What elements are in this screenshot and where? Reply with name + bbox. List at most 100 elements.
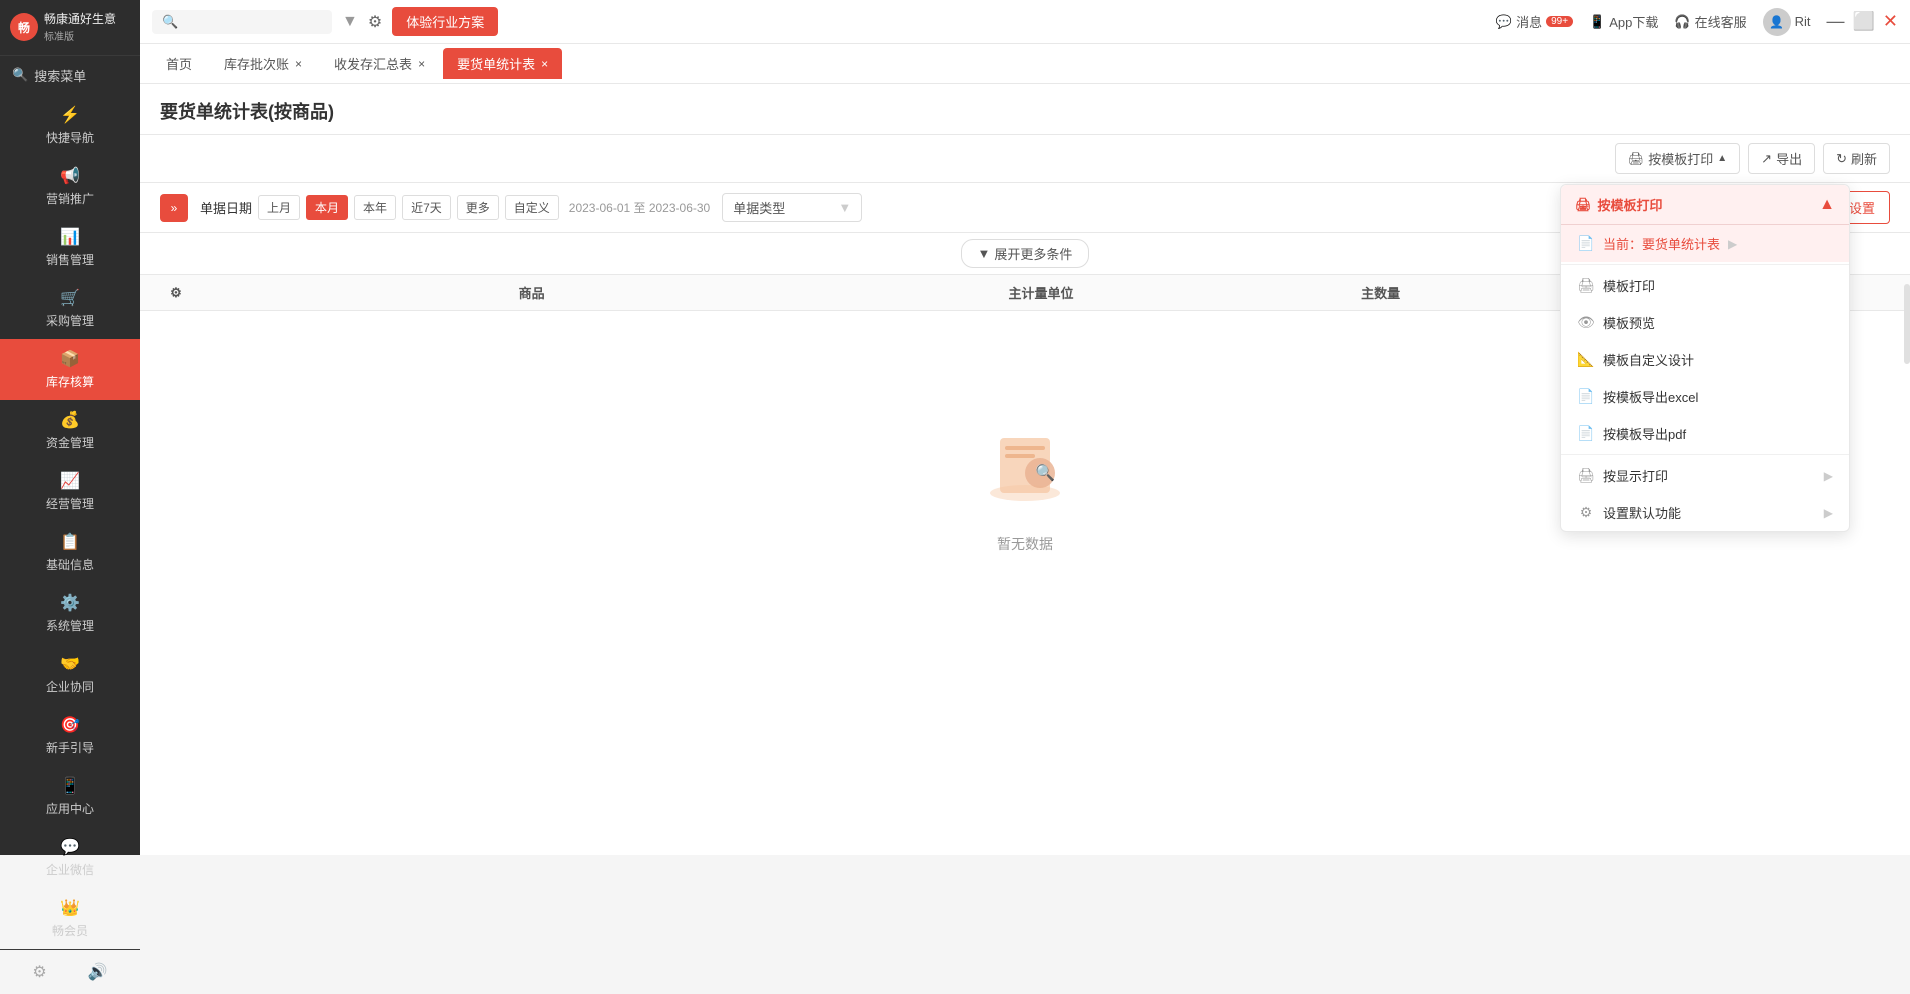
default-func-arrow: ▶ (1824, 506, 1833, 520)
sidebar-item-sales[interactable]: 📊 销售管理 (0, 217, 140, 278)
sidebar-item-purchase[interactable]: 🛒 采购管理 (0, 278, 140, 339)
sidebar-item-quicknav[interactable]: ⚡ 快捷导航 (0, 95, 140, 156)
messages-item[interactable]: 💬 消息 99+ (1496, 12, 1573, 31)
user-avatar-item[interactable]: 👤 Rit (1763, 8, 1811, 36)
operations-icon: 📈 (60, 471, 80, 491)
dropdown-current-label: 当前：要货单统计表 (1603, 234, 1720, 253)
dropdown-default-func[interactable]: ⚙ 设置默认功能 ▶ (1561, 494, 1849, 531)
sidebar-logo: 畅 畅康通好生意 标准版 (0, 0, 140, 56)
date-btn-thisyear[interactable]: 本年 (354, 195, 396, 220)
date-btn-thismonth[interactable]: 本月 (306, 195, 348, 220)
date-btn-7days[interactable]: 近7天 (402, 195, 451, 220)
dropdown-export-excel[interactable]: 📄 按模板导出excel (1561, 378, 1849, 415)
topbar-dropdown-icon[interactable]: ▼ (342, 13, 358, 31)
maximize-icon[interactable]: ⬜ (1852, 11, 1874, 32)
sidebar-search[interactable]: 🔍 搜索菜单 (0, 56, 140, 95)
dropdown-header-left: 🖨 按模板打印 (1575, 195, 1663, 214)
current-icon: 📄 (1577, 235, 1595, 252)
template-preview-icon: 👁 (1577, 314, 1595, 331)
sidebar-item-basic[interactable]: 📋 基础信息 (0, 522, 140, 583)
order-type-select[interactable]: 单据类型 ▼ (722, 193, 862, 222)
topbar: 🔍 ▼ ⚙ 体验行业方案 💬 消息 99+ 📱 App下载 🎧 在线客服 👤 (140, 0, 1910, 44)
tab-batch-close[interactable]: × (295, 57, 302, 71)
logo-icon: 畅 (10, 13, 38, 41)
tab-home[interactable]: 首页 (152, 48, 206, 79)
online-service-item[interactable]: 🎧 在线客服 (1674, 12, 1746, 31)
guide-icon: 🎯 (60, 715, 80, 735)
sidebar-item-apps[interactable]: 📱 应用中心 (0, 766, 140, 827)
refresh-label: 刷新 (1851, 149, 1877, 168)
window-controls: — ⬜ ✕ (1826, 11, 1898, 32)
member-icon: 👑 (60, 898, 80, 918)
topbar-search-box[interactable]: 🔍 (152, 10, 332, 34)
dropdown-current-item[interactable]: 📄 当前：要货单统计表 ▶ (1561, 225, 1849, 262)
sidebar-item-operations[interactable]: 📈 经营管理 (0, 461, 140, 522)
search-icon: 🔍 (12, 67, 28, 83)
tab-order-stats-close[interactable]: × (541, 57, 548, 71)
sidebar-settings-icon[interactable]: ⚙ (32, 962, 46, 982)
app-icon: 📱 (1589, 14, 1605, 30)
dropdown-print-icon: 🖨 (1575, 197, 1592, 213)
current-arrow-icon: ▶ (1728, 237, 1737, 251)
settings-col-icon[interactable]: ⚙ (170, 285, 182, 300)
minimize-icon[interactable]: — (1826, 11, 1844, 32)
refresh-icon: ↻ (1836, 151, 1847, 167)
topbar-right: 💬 消息 99+ 📱 App下载 🎧 在线客服 👤 Rit — ⬜ ✕ (1496, 8, 1898, 36)
tab-receipts-label: 收发存汇总表 (334, 54, 412, 73)
wechat-icon: 💬 (60, 837, 80, 857)
close-window-icon[interactable]: ✕ (1883, 11, 1898, 32)
quicknav-icon: ⚡ (60, 105, 80, 125)
svg-text:🔍: 🔍 (1035, 462, 1055, 482)
sidebar-item-marketing[interactable]: 📢 营销推广 (0, 156, 140, 217)
tab-receipts[interactable]: 收发存汇总表 × (320, 48, 439, 79)
print-button[interactable]: 🖨 按模板打印 ▲ (1615, 143, 1740, 174)
dropdown-template-print[interactable]: 🖨 模板打印 (1561, 267, 1849, 304)
dropdown-divider-1 (1561, 264, 1849, 265)
user-avatar: 👤 (1763, 8, 1791, 36)
tab-order-stats[interactable]: 要货单统计表 × (443, 48, 562, 79)
message-icon: 💬 (1496, 14, 1512, 30)
order-type-label: 单据类型 (733, 198, 785, 217)
vertical-scrollbar[interactable] (1904, 284, 1910, 364)
topbar-settings-icon[interactable]: ⚙ (368, 12, 382, 32)
sidebar-item-member[interactable]: 👑 畅会员 (0, 888, 140, 949)
refresh-button[interactable]: ↻ 刷新 (1823, 143, 1890, 174)
date-group: 单据日期 上月 本月 本年 近7天 更多 自定义 2023-06-01 至 20… (200, 195, 710, 220)
dropdown-template-preview[interactable]: 👁 模板预览 (1561, 304, 1849, 341)
export-button[interactable]: ↗ 导出 (1748, 143, 1815, 174)
date-btn-more[interactable]: 更多 (457, 195, 499, 220)
export-icon: ↗ (1761, 151, 1772, 167)
tab-batch[interactable]: 库存批次账 × (210, 48, 316, 79)
app-download-item[interactable]: 📱 App下载 (1589, 12, 1658, 31)
sidebar-item-system[interactable]: ⚙️ 系统管理 (0, 583, 140, 644)
sidebar-item-guide[interactable]: 🎯 新手引导 (0, 705, 140, 766)
date-label: 单据日期 (200, 198, 252, 217)
sidebar-item-collab[interactable]: 🤝 企业协同 (0, 644, 140, 705)
sidebar-item-inventory[interactable]: 📦 库存核算 (0, 339, 140, 400)
sidebar-item-purchase-label: 采购管理 (46, 312, 94, 329)
purchase-icon: 🛒 (60, 288, 80, 308)
expand-more-button[interactable]: ▼ 展开更多条件 (961, 239, 1090, 268)
dropdown-close-icon[interactable]: ▲ (1819, 196, 1835, 214)
dropdown-title: 按模板打印 (1598, 195, 1663, 214)
system-icon: ⚙️ (60, 593, 80, 613)
date-btn-custom[interactable]: 自定义 (505, 195, 559, 220)
tab-receipts-close[interactable]: × (418, 57, 425, 71)
template-design-label: 模板自定义设计 (1603, 350, 1694, 369)
logo-badge: 标准版 (44, 28, 116, 43)
dropdown-template-design[interactable]: 📐 模板自定义设计 (1561, 341, 1849, 378)
date-btn-lastmonth[interactable]: 上月 (258, 195, 300, 220)
dropdown-display-print[interactable]: 🖨 按显示打印 ▶ (1561, 457, 1849, 494)
default-func-label: 设置默认功能 (1603, 503, 1681, 522)
toolbar-expand-btn[interactable]: » (160, 194, 188, 222)
empty-icon: 🔍 (975, 418, 1075, 518)
expand-more-label: 展开更多条件 (994, 244, 1072, 263)
sidebar-sound-icon[interactable]: 🔊 (88, 962, 108, 982)
dropdown-export-pdf[interactable]: 📄 按模板导出pdf (1561, 415, 1849, 452)
trial-button[interactable]: 体验行业方案 (392, 7, 498, 36)
sidebar-item-wechat-label: 企业微信 (46, 861, 94, 878)
print-arrow-icon: ▲ (1717, 153, 1727, 164)
sidebar-item-operations-label: 经营管理 (46, 495, 94, 512)
sidebar-item-wechat[interactable]: 💬 企业微信 (0, 827, 140, 888)
sidebar-item-finance[interactable]: 💰 资金管理 (0, 400, 140, 461)
